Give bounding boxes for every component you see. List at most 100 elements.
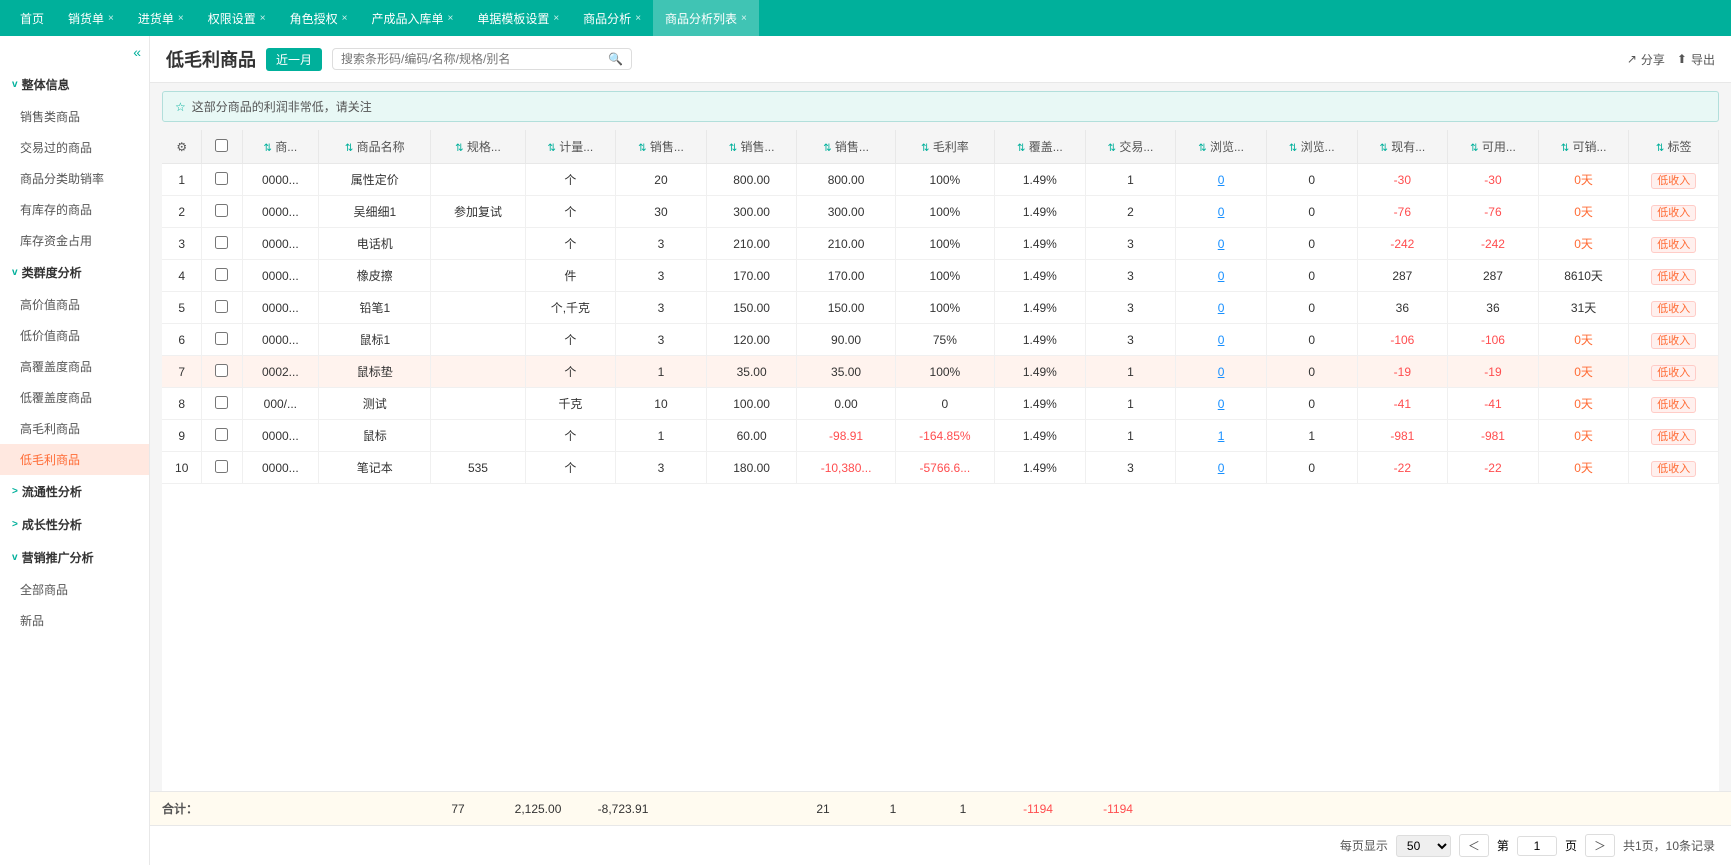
row-browse2: 0 <box>1266 452 1357 484</box>
column-header-trade[interactable]: ⇅ 交易... <box>1085 130 1176 164</box>
row-checkbox[interactable] <box>215 172 228 185</box>
table-wrapper[interactable]: ⚙⇅ 商...⇅ 商品名称⇅ 规格...⇅ 计量...⇅ 销售...⇅ 销售..… <box>162 130 1719 791</box>
footer-cells: 772,125.00-8,723.912111-1194-1194 <box>218 802 1158 816</box>
row-checkbox[interactable] <box>215 460 228 473</box>
nav-item-单据模板设置[interactable]: 单据模板设置 × <box>465 0 571 36</box>
sidebar-group-整体信息[interactable]: v整体信息 <box>0 68 149 101</box>
row-number: 5 <box>162 292 202 324</box>
row-code: 0000... <box>242 292 319 324</box>
sidebar-group-类群度分析[interactable]: v类群度分析 <box>0 256 149 289</box>
column-header-browse2[interactable]: ⇅ 浏览... <box>1266 130 1357 164</box>
column-header-gross_rate[interactable]: ⇅ 毛利率 <box>895 130 994 164</box>
row-gross-rate: 100% <box>895 228 994 260</box>
nav-item-产成品入库单[interactable]: 产成品入库单 × <box>359 0 465 36</box>
export-button[interactable]: ⬆ 导出 <box>1677 51 1715 68</box>
column-header-tag[interactable]: ⇅ 标签 <box>1629 130 1719 164</box>
row-available: -19 <box>1448 356 1539 388</box>
nav-close-icon[interactable]: × <box>741 13 747 24</box>
next-page-button[interactable]: ＞ <box>1585 834 1615 857</box>
sidebar-item-低覆盖度商品[interactable]: 低覆盖度商品 <box>0 382 149 413</box>
share-button[interactable]: ↗ 分享 <box>1627 51 1665 68</box>
tag-badge: 低收入 <box>1651 461 1696 477</box>
column-header-sales_price[interactable]: ⇅ 销售... <box>706 130 797 164</box>
nav-item-商品分析[interactable]: 商品分析 × <box>571 0 653 36</box>
sidebar-item-低价值商品[interactable]: 低价值商品 <box>0 320 149 351</box>
nav-item-首页[interactable]: 首页 <box>8 0 56 36</box>
row-checkbox[interactable] <box>215 236 228 249</box>
nav-item-权限设置[interactable]: 权限设置 × <box>196 0 278 36</box>
column-header-settings[interactable]: ⚙ <box>162 130 202 164</box>
row-current-stock: -242 <box>1357 228 1448 260</box>
nav-close-icon[interactable]: × <box>260 13 266 24</box>
row-checkbox[interactable] <box>215 428 228 441</box>
column-header-spec[interactable]: ⇅ 规格... <box>431 130 525 164</box>
sidebar-item-商品分类助销率[interactable]: 商品分类助销率 <box>0 163 149 194</box>
column-header-saleable[interactable]: ⇅ 可销... <box>1538 130 1629 164</box>
sidebar-group-成长性分析[interactable]: >成长性分析 <box>0 508 149 541</box>
nav-close-icon[interactable]: × <box>635 13 641 24</box>
nav-item-进货单[interactable]: 进货单 × <box>126 0 196 36</box>
sidebar-item-低毛利商品[interactable]: 低毛利商品 <box>0 444 149 475</box>
row-sales-price: 300.00 <box>706 196 797 228</box>
table-row: 50000...铅笔1个,千克3150.00150.00100%1.49%300… <box>162 292 1719 324</box>
warning-icon: ☆ <box>175 100 186 114</box>
row-checkbox[interactable] <box>215 332 228 345</box>
row-checkbox[interactable] <box>215 364 228 377</box>
row-saleable: 0天 <box>1538 388 1629 420</box>
nav-close-icon[interactable]: × <box>553 13 559 24</box>
row-trade: 1 <box>1085 420 1176 452</box>
row-sales-amount: 35.00 <box>797 356 895 388</box>
nav-close-icon[interactable]: × <box>342 13 348 24</box>
row-code: 000/... <box>242 388 319 420</box>
per-page-select[interactable]: 50 100 <box>1396 835 1451 857</box>
row-checkbox[interactable] <box>215 268 228 281</box>
sidebar-group-流通性分析[interactable]: >流通性分析 <box>0 475 149 508</box>
sidebar-item-库存资金占用[interactable]: 库存资金占用 <box>0 225 149 256</box>
select-all-checkbox[interactable] <box>215 139 228 152</box>
sidebar-item-交易过的商品[interactable]: 交易过的商品 <box>0 132 149 163</box>
column-header-coverage[interactable]: ⇅ 覆盖... <box>995 130 1086 164</box>
row-checkbox[interactable] <box>215 396 228 409</box>
sidebar-group-营销推广分析[interactable]: v营销推广分析 <box>0 541 149 574</box>
prev-page-button[interactable]: ＜ <box>1459 834 1489 857</box>
time-filter-button[interactable]: 近一月 <box>266 48 322 71</box>
sidebar-item-全部商品[interactable]: 全部商品 <box>0 574 149 605</box>
column-header-current_stock[interactable]: ⇅ 现有... <box>1357 130 1448 164</box>
column-header-checkbox[interactable] <box>202 130 242 164</box>
nav-close-icon[interactable]: × <box>178 13 184 24</box>
sidebar-item-高覆盖度商品[interactable]: 高覆盖度商品 <box>0 351 149 382</box>
row-checkbox[interactable] <box>215 204 228 217</box>
column-header-available[interactable]: ⇅ 可用... <box>1448 130 1539 164</box>
column-header-unit[interactable]: ⇅ 计量... <box>525 130 616 164</box>
nav-item-商品分析列表[interactable]: 商品分析列表 × <box>653 0 759 36</box>
row-trade: 1 <box>1085 164 1176 196</box>
sidebar-item-新品[interactable]: 新品 <box>0 605 149 636</box>
column-header-sales_qty[interactable]: ⇅ 销售... <box>616 130 707 164</box>
sidebar-collapse-button[interactable]: « <box>0 36 149 68</box>
row-available: -76 <box>1448 196 1539 228</box>
column-header-name[interactable]: ⇅ 商品名称 <box>319 130 431 164</box>
sidebar-item-销售类商品[interactable]: 销售类商品 <box>0 101 149 132</box>
data-table: ⚙⇅ 商...⇅ 商品名称⇅ 规格...⇅ 计量...⇅ 销售...⇅ 销售..… <box>162 130 1719 484</box>
nav-item-销货单[interactable]: 销货单 × <box>56 0 126 36</box>
row-checkbox[interactable] <box>215 300 228 313</box>
nav-close-icon[interactable]: × <box>108 13 114 24</box>
row-spec: 参加复试 <box>431 196 525 228</box>
search-input[interactable] <box>341 52 604 66</box>
row-unit: 个,千克 <box>525 292 616 324</box>
search-icon[interactable]: 🔍 <box>608 52 623 66</box>
column-header-code[interactable]: ⇅ 商... <box>242 130 319 164</box>
row-sales-qty: 20 <box>616 164 707 196</box>
sidebar-item-高价值商品[interactable]: 高价值商品 <box>0 289 149 320</box>
row-sales-qty: 30 <box>616 196 707 228</box>
nav-item-角色授权[interactable]: 角色授权 × <box>278 0 360 36</box>
sidebar-item-有库存的商品[interactable]: 有库存的商品 <box>0 194 149 225</box>
column-header-browse1[interactable]: ⇅ 浏览... <box>1176 130 1267 164</box>
row-coverage: 1.49% <box>995 324 1086 356</box>
page-number-input[interactable] <box>1517 836 1557 856</box>
nav-close-icon[interactable]: × <box>447 13 453 24</box>
column-header-sales_amount[interactable]: ⇅ 销售... <box>797 130 895 164</box>
table-row: 20000...吴细细1参加复试个30300.00300.00100%1.49%… <box>162 196 1719 228</box>
sort-icon: ⇅ <box>638 143 646 154</box>
sidebar-item-高毛利商品[interactable]: 高毛利商品 <box>0 413 149 444</box>
